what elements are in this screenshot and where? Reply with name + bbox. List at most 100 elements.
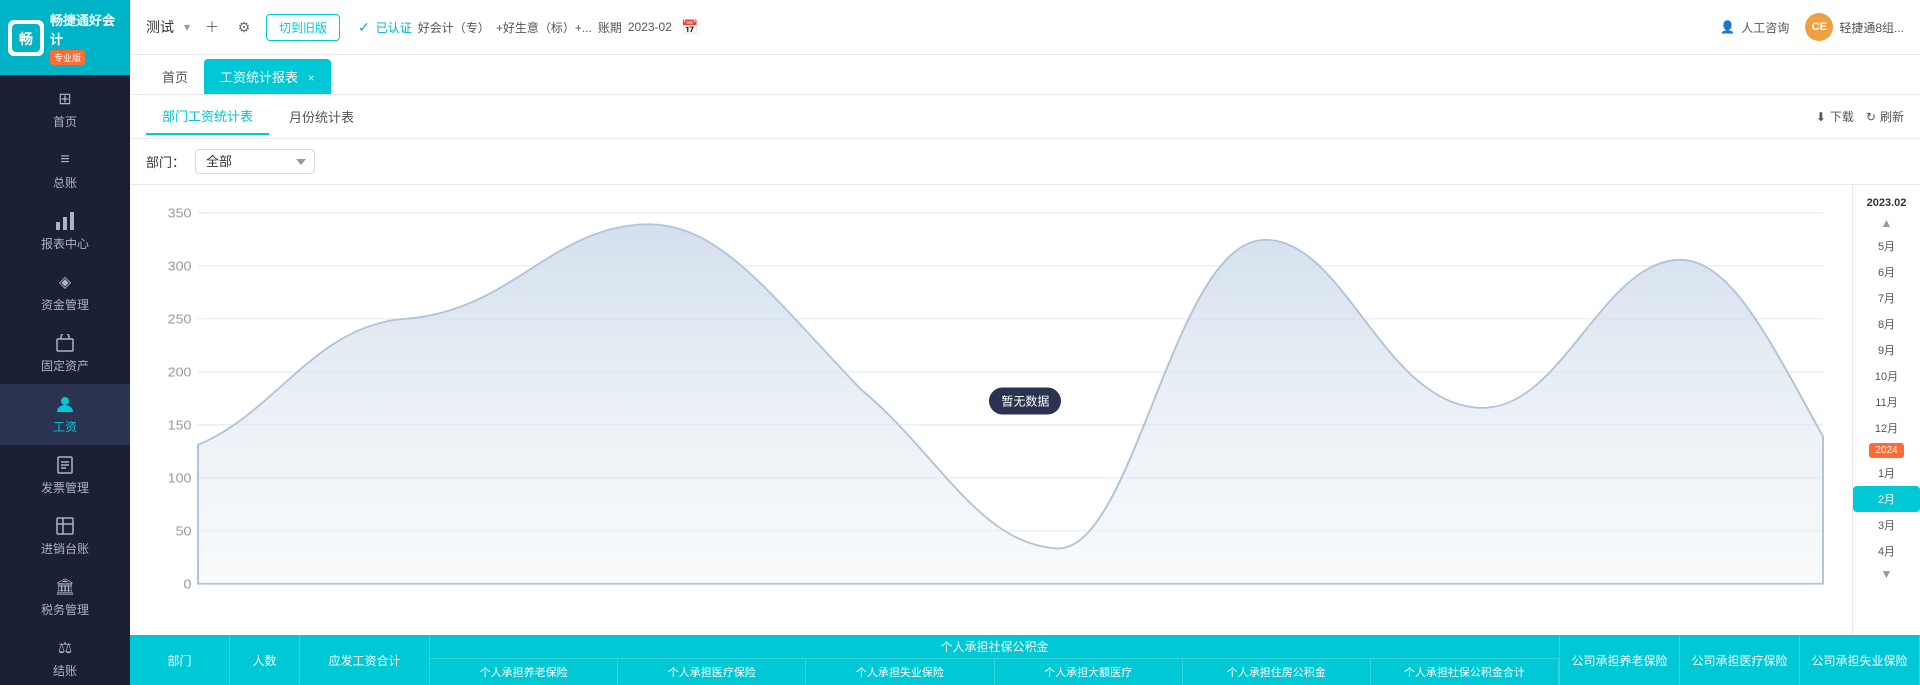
dept-filter-select[interactable]: 全部 财务部 销售部 技术部 xyxy=(195,149,315,174)
switch-old-btn[interactable]: 切到旧版 xyxy=(266,14,340,41)
topbar-tags: ✓ 已认证 好会计（专） +好生意（标）+... 账期 2023-02 📅 xyxy=(358,15,702,39)
timeline-month-10[interactable]: 10月 xyxy=(1853,363,1920,389)
timeline-month-12[interactable]: 12月 xyxy=(1853,415,1920,441)
sidebar-label-home: 首页 xyxy=(53,113,77,130)
svg-text:畅: 畅 xyxy=(19,31,33,47)
download-btn[interactable]: ⬇ 下载 xyxy=(1816,108,1854,125)
tab-close-icon[interactable]: × xyxy=(308,71,315,85)
calendar-icon[interactable]: 📅 xyxy=(678,15,702,39)
sidebar-label-assets: 固定资产 xyxy=(41,357,89,374)
salary-icon xyxy=(55,394,75,414)
subtab-monthly-stats[interactable]: 月份统计表 xyxy=(273,99,370,134)
svg-text:300: 300 xyxy=(168,259,192,273)
product-tag2: +好生意（标）+... xyxy=(496,19,592,36)
help-icon: 👤 xyxy=(1720,20,1735,34)
invoice-icon xyxy=(55,455,75,475)
period-value: 2023-02 xyxy=(628,20,672,34)
sidebar-item-invoice[interactable]: 发票管理 xyxy=(0,445,130,506)
logo-app-name: 畅捷通好会计 xyxy=(50,10,122,48)
period-label: 账期 xyxy=(598,19,622,36)
logo-text-block: 畅捷通好会计 专业版 xyxy=(50,10,122,65)
topbar: 测试 ▾ ＋ ⚙ 切到旧版 ✓ 已认证 好会计（专） +好生意（标）+... 账… xyxy=(130,0,1920,55)
sidebar-item-tax[interactable]: 🏛 税务管理 xyxy=(0,567,130,628)
timeline-month-7[interactable]: 7月 xyxy=(1853,285,1920,311)
refresh-icon: ↻ xyxy=(1866,110,1876,124)
sidebar-item-sales[interactable]: 进销台账 xyxy=(0,506,130,567)
timeline-month-11[interactable]: 11月 xyxy=(1853,389,1920,415)
col-individual-housing-fund: 个人承担住房公积金 xyxy=(1183,659,1371,685)
col-company-unemployment: 公司承担失业保险 xyxy=(1800,635,1920,685)
product-tag1: 好会计（专） xyxy=(418,19,490,36)
timeline-month-6[interactable]: 6月 xyxy=(1853,259,1920,285)
subtab-right: ⬇ 下载 ↻ 刷新 xyxy=(1816,108,1904,125)
col-company-medical: 公司承担医疗保险 xyxy=(1680,635,1800,685)
sidebar-item-home[interactable]: ⊞ 首页 xyxy=(0,79,130,140)
col-dept: 部门 xyxy=(130,635,230,685)
avatar: CE xyxy=(1805,13,1833,41)
sidebar-logo: 畅 畅捷通好会计 专业版 xyxy=(0,0,130,75)
download-icon: ⬇ xyxy=(1816,110,1826,124)
svg-text:200: 200 xyxy=(168,365,192,379)
sidebar: 畅 畅捷通好会计 专业版 ⊞ 首页 ≡ 总账 报表中心 ◈ 资金管理 xyxy=(0,0,130,685)
sidebar-item-funds[interactable]: ◈ 资金管理 xyxy=(0,262,130,323)
reports-icon xyxy=(55,211,75,231)
col-individual-pension: 个人承担养老保险 xyxy=(430,659,618,685)
sidebar-item-reports[interactable]: 报表中心 xyxy=(0,201,130,262)
close-period-icon: ⚖ xyxy=(55,638,75,658)
project-title: 测试 xyxy=(146,17,174,37)
timeline-month-8[interactable]: 8月 xyxy=(1853,311,1920,337)
add-icon[interactable]: ＋ xyxy=(200,15,224,39)
timeline-month-3[interactable]: 3月 xyxy=(1853,512,1920,538)
tab-salary-report[interactable]: 工资统计报表 × xyxy=(204,59,331,94)
timeline-month-2-active[interactable]: 2月 xyxy=(1853,486,1920,512)
sidebar-item-assets[interactable]: 固定资产 xyxy=(0,323,130,384)
help-btn[interactable]: 👤 人工咨询 xyxy=(1720,19,1789,36)
sidebar-label-close-period: 结账 xyxy=(53,662,77,679)
svg-text:250: 250 xyxy=(168,312,192,326)
page-content: 部门工资统计表 月份统计表 ⬇ 下载 ↻ 刷新 部门： 全 xyxy=(130,95,1920,685)
sales-icon xyxy=(55,516,75,536)
col-individual-medical: 个人承担医疗保险 xyxy=(618,659,806,685)
sidebar-label-ledger: 总账 xyxy=(53,174,77,191)
timeline-month-4[interactable]: 4月 xyxy=(1853,538,1920,564)
sidebar-label-reports: 报表中心 xyxy=(41,235,89,252)
tab-home[interactable]: 首页 xyxy=(146,59,204,94)
subtab-left: 部门工资统计表 月份统计表 xyxy=(146,98,370,135)
timeline-up-arrow[interactable]: ▲ xyxy=(1877,213,1897,233)
col-individual-unemployment: 个人承担失业保险 xyxy=(806,659,994,685)
sidebar-item-salary[interactable]: 工资 xyxy=(0,384,130,445)
chart-area: 350 300 250 200 150 100 50 0 xyxy=(130,185,1852,635)
timeline-year-label: 2023.02 xyxy=(1859,193,1915,213)
main-content: 测试 ▾ ＋ ⚙ 切到旧版 ✓ 已认证 好会计（专） +好生意（标）+... 账… xyxy=(130,0,1920,685)
sidebar-item-close-period[interactable]: ⚖ 结账 xyxy=(0,628,130,685)
sidebar-label-tax: 税务管理 xyxy=(41,601,89,618)
timeline-current-year: 2024 xyxy=(1869,443,1903,458)
col-individual-major-medical: 个人承担大额医疗 xyxy=(995,659,1183,685)
certified-label: 已认证 xyxy=(376,19,412,36)
timeline-down-arrow[interactable]: ▼ xyxy=(1877,564,1897,584)
timeline-month-5[interactable]: 5月 xyxy=(1853,233,1920,259)
user-profile[interactable]: CE 轻捷通8组... xyxy=(1805,13,1904,41)
subtab-bar: 部门工资统计表 月份统计表 ⬇ 下载 ↻ 刷新 xyxy=(130,95,1920,139)
subtab-dept-stats[interactable]: 部门工资统计表 xyxy=(146,98,269,135)
tabbar: 首页 工资统计报表 × xyxy=(130,55,1920,95)
svg-text:150: 150 xyxy=(168,418,192,432)
svg-text:50: 50 xyxy=(176,524,192,538)
svg-text:350: 350 xyxy=(168,206,192,220)
refresh-btn[interactable]: ↻ 刷新 xyxy=(1866,108,1904,125)
timeline-panel: 2023.02 ▲ 5月 6月 7月 8月 9月 10月 11月 12月 202… xyxy=(1852,185,1920,635)
table-header-bar: 部门 人数 应发工资合计 个人承担社保公积金 个人承担养老保险 个人承担医疗保险 xyxy=(130,635,1920,685)
settings-gear-icon[interactable]: ⚙ xyxy=(232,15,256,39)
logo-icon: 畅 xyxy=(8,20,44,56)
sidebar-label-sales: 进销台账 xyxy=(41,540,89,557)
dropdown-arrow-icon[interactable]: ▾ xyxy=(184,20,190,34)
chart-svg: 350 300 250 200 150 100 50 0 xyxy=(146,201,1836,625)
sidebar-item-ledger[interactable]: ≡ 总账 xyxy=(0,140,130,201)
dept-filter-label: 部门： xyxy=(146,152,185,171)
timeline-month-9[interactable]: 9月 xyxy=(1853,337,1920,363)
assets-icon xyxy=(55,333,75,353)
chart-tooltip: 暂无数据 xyxy=(989,388,1061,415)
topbar-icons: ＋ ⚙ xyxy=(200,15,256,39)
timeline-month-1[interactable]: 1月 xyxy=(1853,460,1920,486)
col-headcount: 人数 xyxy=(230,635,300,685)
